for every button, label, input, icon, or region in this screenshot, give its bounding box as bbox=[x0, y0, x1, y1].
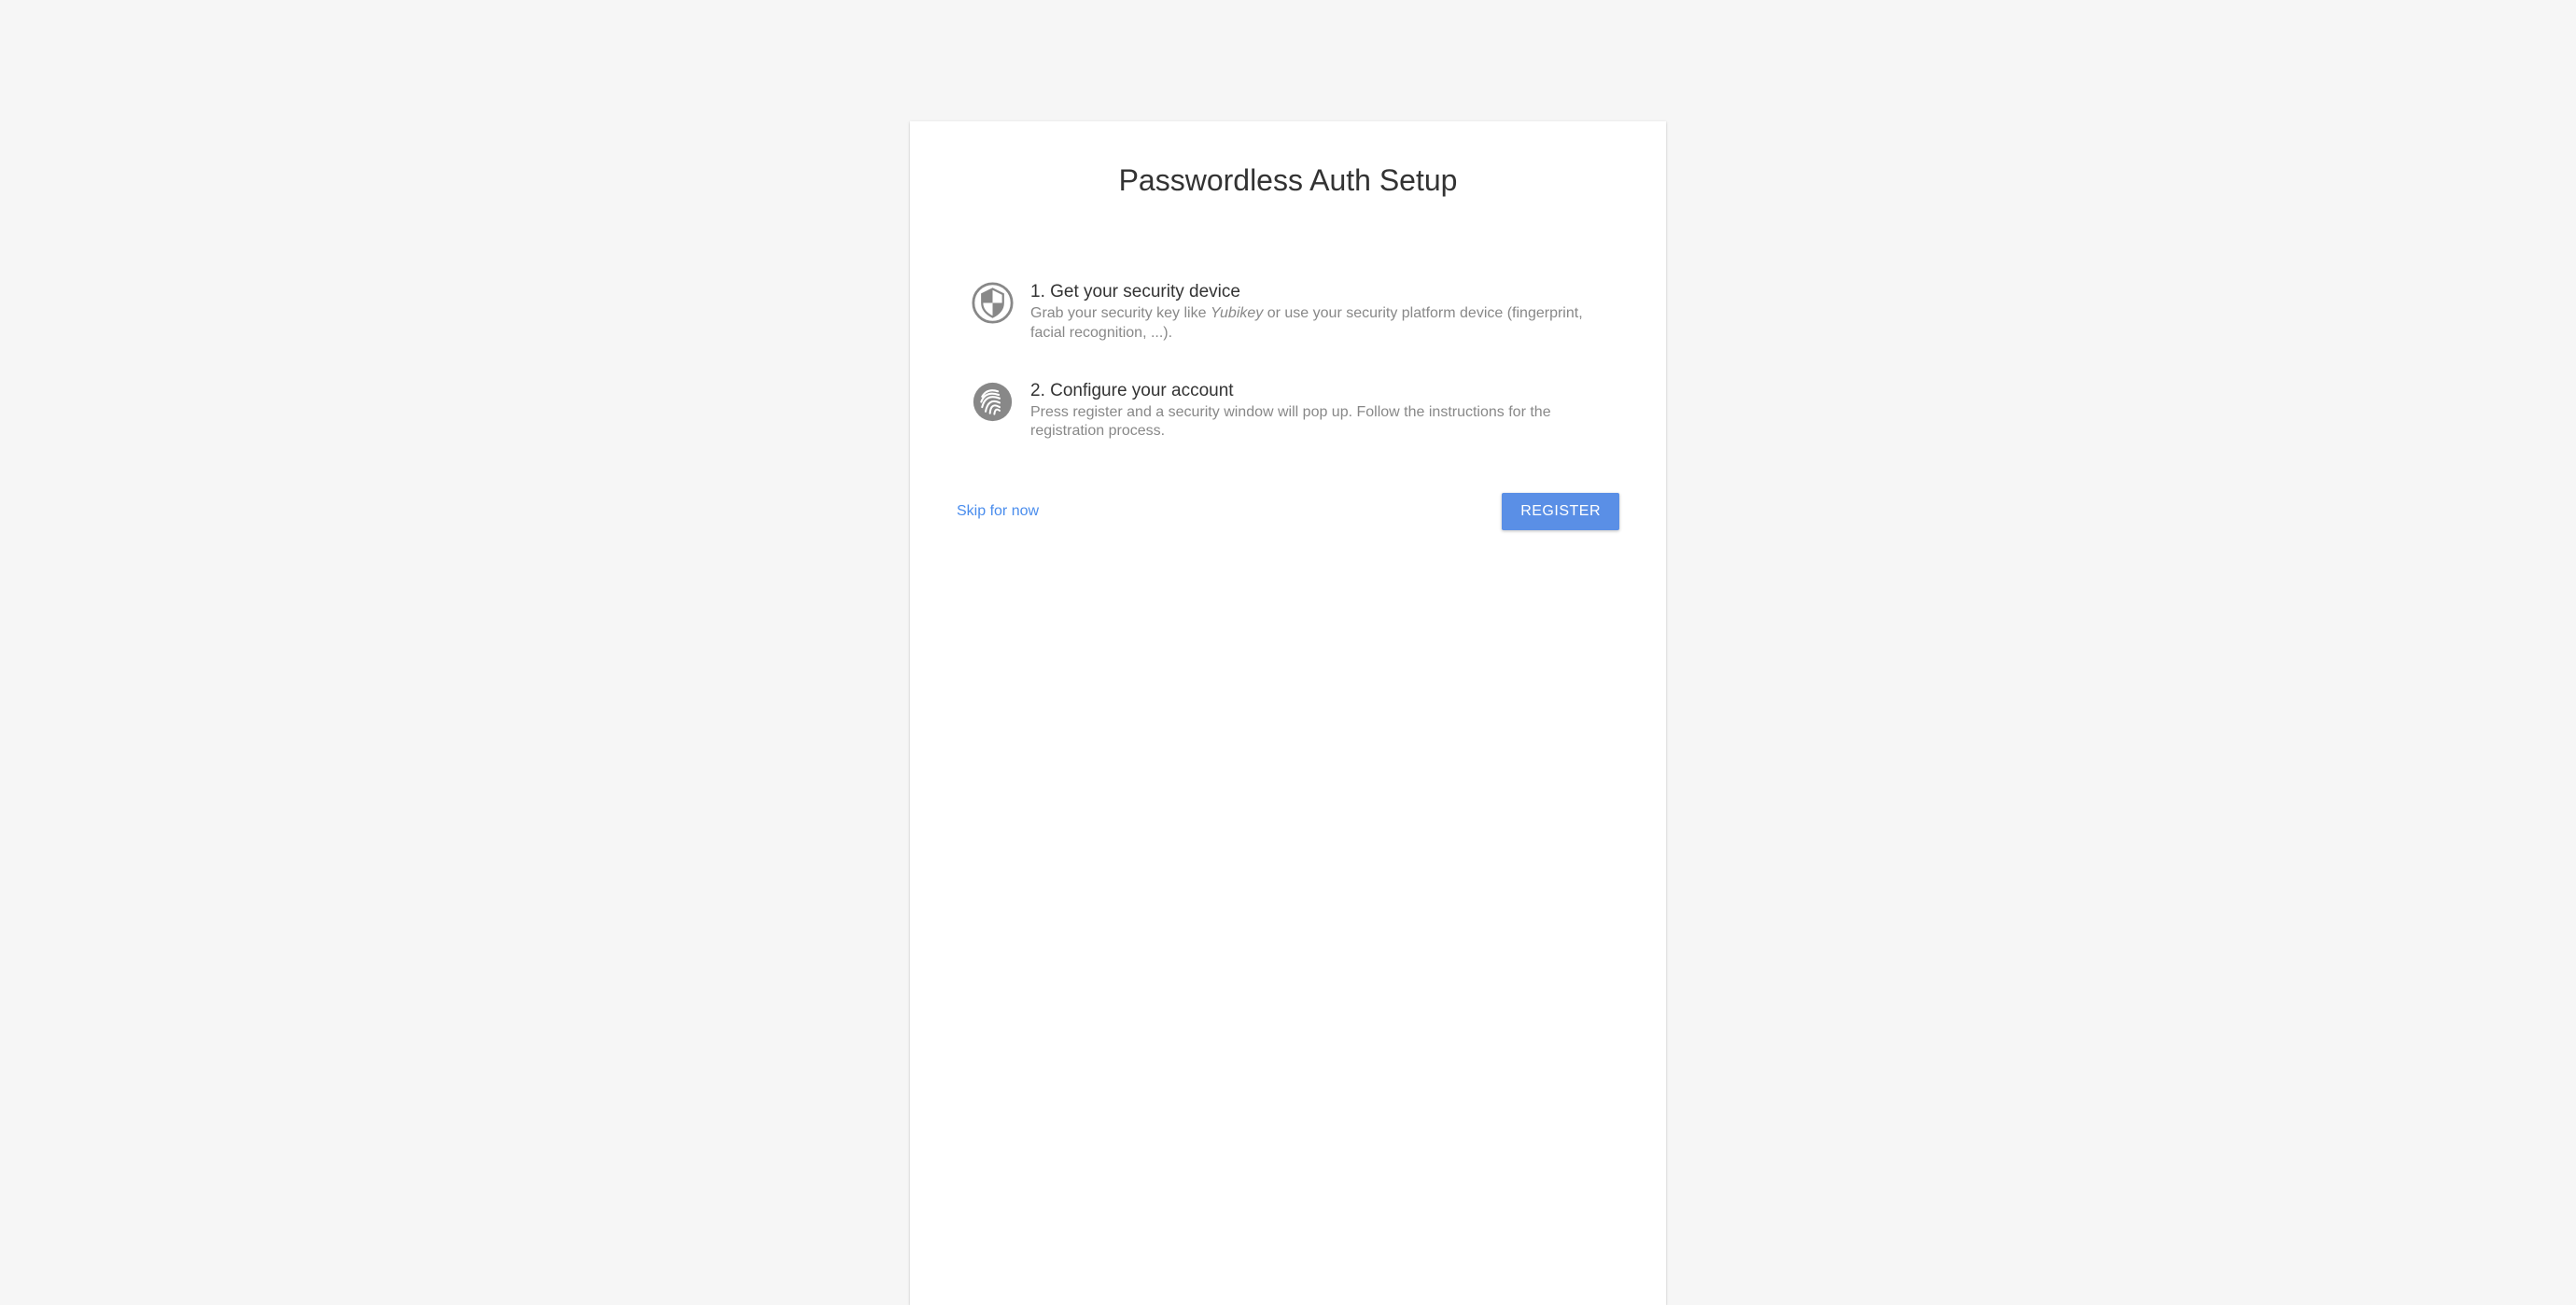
skip-link[interactable]: Skip for now bbox=[957, 503, 1039, 520]
step-item-1: 1. Get your security device Grab your se… bbox=[957, 282, 1619, 344]
step-content-1: 1. Get your security device Grab your se… bbox=[1030, 282, 1619, 344]
step-2-title: 2. Configure your account bbox=[1030, 381, 1619, 401]
step-content-2: 2. Configure your account Press register… bbox=[1030, 381, 1619, 442]
auth-setup-card: Passwordless Auth Setup 1. Get your secu… bbox=[910, 121, 1666, 1305]
register-button[interactable]: REGISTER bbox=[1502, 493, 1619, 530]
step-2-description: Press register and a security window wil… bbox=[1030, 403, 1619, 442]
step-item-2: 2. Configure your account Press register… bbox=[957, 381, 1619, 442]
actions-row: Skip for now REGISTER bbox=[957, 493, 1619, 530]
fingerprint-icon bbox=[972, 381, 1014, 423]
step-1-description: Grab your security key like Yubikey or u… bbox=[1030, 304, 1619, 344]
page-title: Passwordless Auth Setup bbox=[957, 163, 1619, 198]
step-1-title: 1. Get your security device bbox=[1030, 282, 1619, 302]
shield-icon bbox=[972, 282, 1014, 324]
